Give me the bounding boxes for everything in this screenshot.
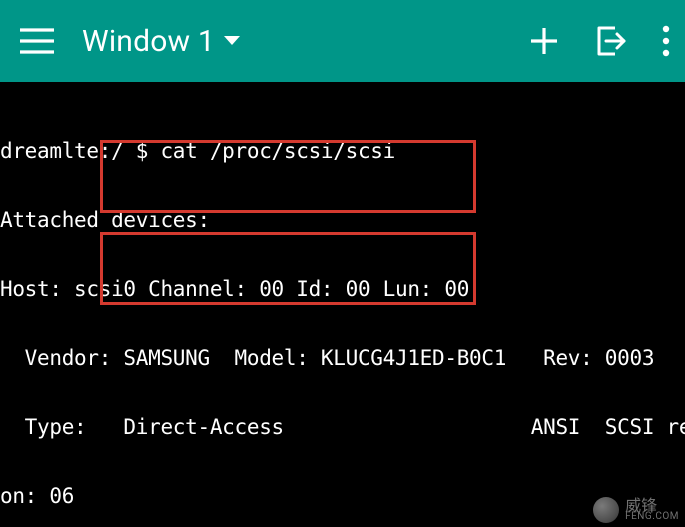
window-title: Window 1 xyxy=(82,24,215,59)
appbar-actions xyxy=(529,24,677,58)
overflow-menu-icon[interactable] xyxy=(661,25,671,57)
terminal-line: Type: Direct-Access ANSI SCSI revisi xyxy=(0,416,685,439)
terminal-line: Vendor: SAMSUNG Model: KLUCG4J1ED-B0C1 R… xyxy=(0,347,685,370)
watermark: 威锋 FENG.COM xyxy=(593,497,679,523)
terminal-line: dreamlte:/ $ cat /proc/scsi/scsi xyxy=(0,140,685,163)
terminal-output[interactable]: dreamlte:/ $ cat /proc/scsi/scsi Attache… xyxy=(0,82,685,527)
add-icon[interactable] xyxy=(529,26,559,56)
app-bar: Window 1 xyxy=(0,0,685,82)
exit-icon[interactable] xyxy=(593,24,627,58)
watermark-logo-icon xyxy=(593,497,619,523)
watermark-domain: FENG.COM xyxy=(625,512,679,522)
terminal-line: Attached devices: xyxy=(0,209,685,232)
terminal-line: Host: scsi0 Channel: 00 Id: 00 Lun: 00 xyxy=(0,278,685,301)
dropdown-arrow-icon xyxy=(223,35,241,47)
terminal-line: on: 06 xyxy=(0,485,685,508)
window-title-dropdown[interactable]: Window 1 xyxy=(82,24,529,59)
menu-icon[interactable] xyxy=(20,28,54,54)
